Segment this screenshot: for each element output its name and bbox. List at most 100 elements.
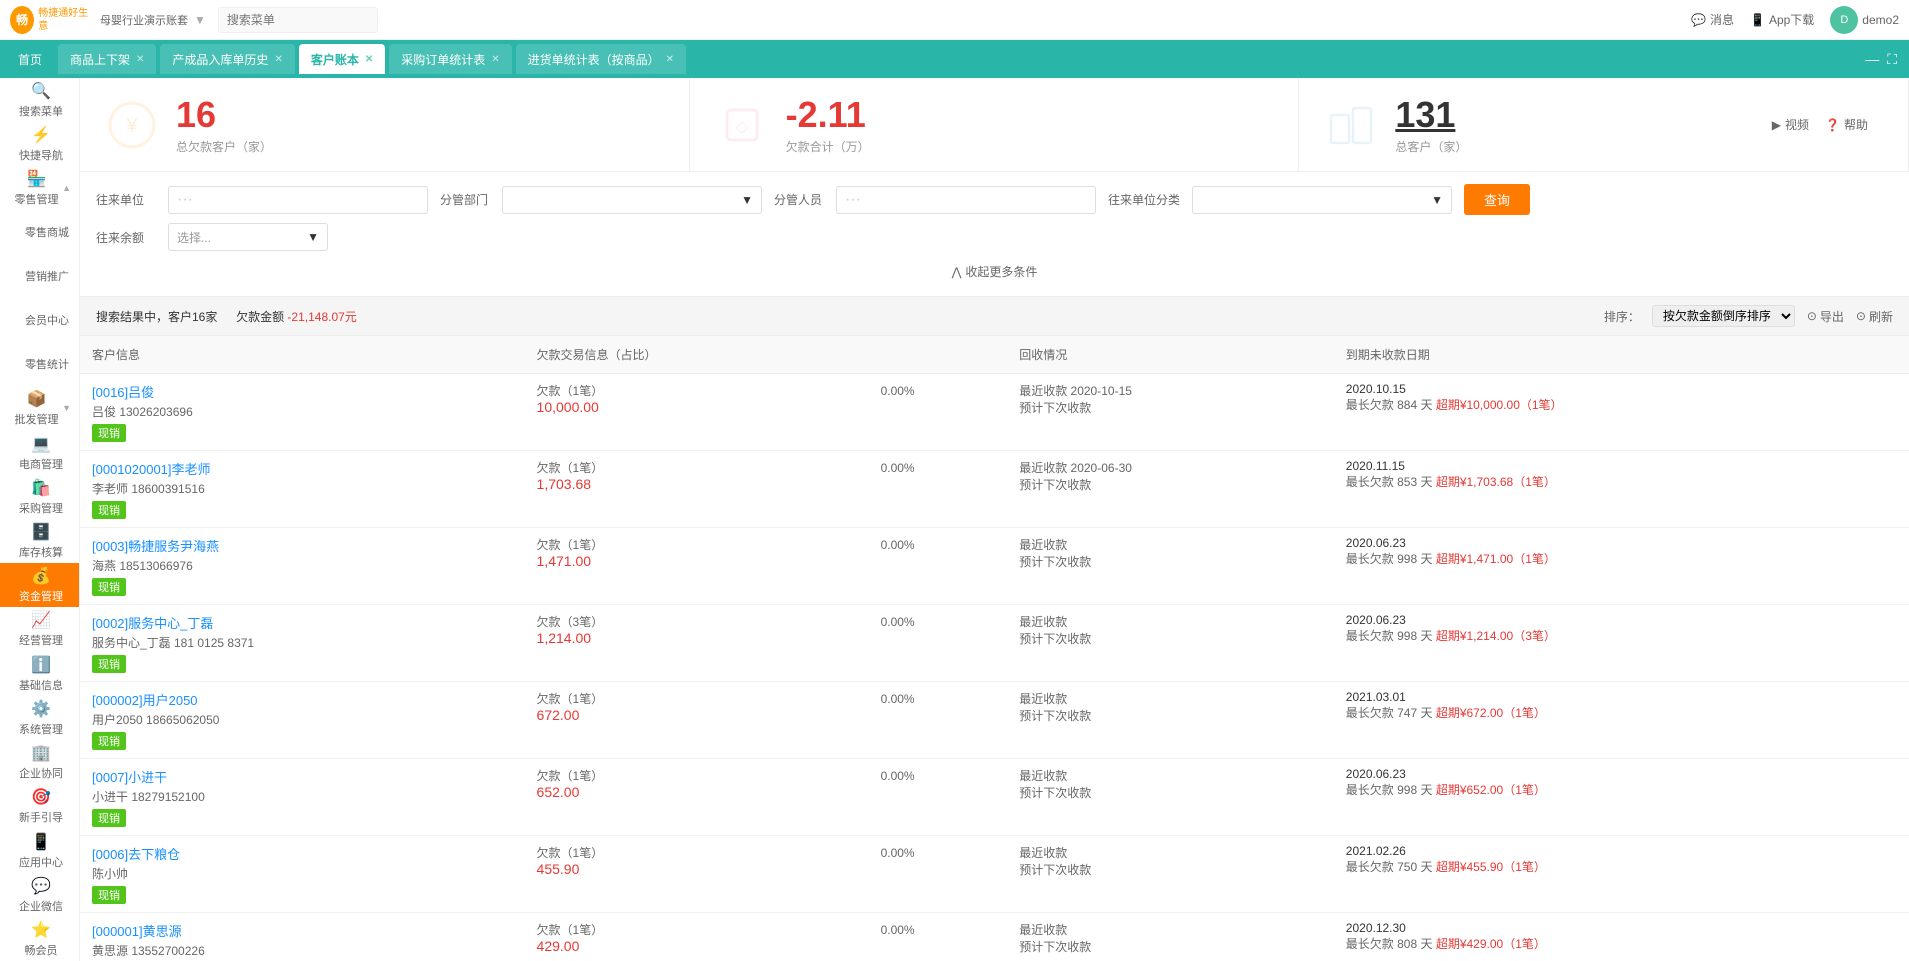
filter-select-dept[interactable]: ▼ (502, 186, 762, 214)
sidebar-item-enterprise-wx[interactable]: 💬 企业微信 (0, 873, 79, 917)
tab-minimize-icon[interactable]: — (1865, 51, 1879, 68)
sidebar-item-retail-mgmt[interactable]: 🏪 零售管理 ▲ (0, 166, 79, 210)
user-area[interactable]: D demo2 (1830, 6, 1899, 34)
debt-amount-7[interactable]: 429.00 (537, 938, 857, 954)
tab-produce-history[interactable]: 产成品入库单历史 ✕ (160, 44, 294, 74)
customer-name-link-4[interactable]: [000002]用户2050 (92, 693, 198, 708)
tab-purchase-stats[interactable]: 进货单统计表（按商品） ✕ (516, 44, 686, 74)
sidebar-item-inventory[interactable]: 🗄️ 库存核算 (0, 519, 79, 563)
debt-amount-0[interactable]: 10,000.00 (537, 399, 857, 415)
overdue-link-5[interactable]: 超期¥652.00（1笔） (1436, 783, 1546, 797)
debt-amount-6[interactable]: 455.90 (537, 861, 857, 877)
message-btn[interactable]: 💬 消息 (1691, 11, 1734, 28)
collapse-button[interactable]: ⋀ 收起更多条件 (952, 263, 1038, 280)
cell-recovery-3: 最近收款 预计下次收款 (1007, 605, 1334, 682)
sidebar-item-basic-info[interactable]: ℹ️ 基础信息 (0, 652, 79, 696)
filter-select-unit-type[interactable]: ▼ (1192, 186, 1452, 214)
cell-debt-4: 欠款（1笔） 672.00 (525, 682, 869, 759)
debt-amount-3[interactable]: 1,214.00 (537, 630, 857, 646)
due-date-3: 2020.06.23 (1346, 613, 1897, 627)
sidebar-item-purchase[interactable]: 🛍️ 采购管理 (0, 475, 79, 519)
cell-customer-5: [0007]小进干 小进干 18279152100 现销 (80, 759, 525, 836)
sidebar-item-finance[interactable]: 💰 资金管理 (0, 563, 79, 607)
filter-balance-placeholder: 选择... (177, 229, 211, 246)
overdue-link-1[interactable]: 超期¥1,703.68（1笔） (1436, 475, 1556, 489)
overdue-link-3[interactable]: 超期¥1,214.00（3笔） (1436, 629, 1556, 643)
sidebar-item-newbie[interactable]: 🎯 新手引导 (0, 784, 79, 828)
debt-amount-4[interactable]: 672.00 (537, 707, 857, 723)
ecommerce-icon: 💻 (31, 434, 51, 454)
logo-area: 畅 畅捷通好生意 (10, 6, 90, 34)
debt-amount-1[interactable]: 1,703.68 (537, 476, 857, 492)
export-icon: ⊙ (1807, 309, 1817, 323)
sidebar-item-app-center[interactable]: 📱 应用中心 (0, 828, 79, 872)
filter-input-manager[interactable]: ··· (836, 186, 1096, 214)
tab-maximize-icon[interactable]: ⛶ (1887, 51, 1897, 68)
search-input[interactable] (218, 7, 378, 33)
customer-name-link-1[interactable]: [0001020001]李老师 (92, 462, 211, 477)
refresh-btn[interactable]: ⊙ 刷新 (1856, 308, 1893, 325)
next-collect-4: 预计下次收款 (1019, 707, 1322, 724)
sidebar-item-business[interactable]: 📈 经营管理 (0, 607, 79, 651)
tab-customer-account-close[interactable]: ✕ (365, 54, 373, 65)
customer-name-link-5[interactable]: [0007]小进干 (92, 770, 167, 785)
sidebar-item-retail-stats[interactable]: 零售统计 (0, 342, 79, 386)
help-btn[interactable]: ❓ 帮助 (1825, 116, 1868, 133)
sort-select[interactable]: 按欠款金额倒序排序 (1652, 305, 1795, 327)
stat-label-3: 总客户（家） (1395, 138, 1467, 155)
customer-tag-5: 现销 (92, 809, 126, 827)
customer-name-link-6[interactable]: [0006]去下粮仓 (92, 847, 180, 862)
sidebar-item-retail-mall[interactable]: 零售商城 (0, 210, 79, 254)
suite-dropdown-icon[interactable]: ▼ (194, 13, 206, 27)
customer-name-link-7[interactable]: [000001]黄思源 (92, 924, 182, 939)
export-btn[interactable]: ⊙ 导出 (1807, 308, 1844, 325)
table-row: [0001020001]李老师 李老师 18600391516 现销 欠款（1笔… (80, 451, 1909, 528)
sidebar-item-search[interactable]: 🔍 搜索菜单 (0, 78, 79, 122)
newbie-icon: 🎯 (31, 787, 51, 807)
overdue-link-6[interactable]: 超期¥455.90（1笔） (1436, 860, 1546, 874)
svg-text:¥: ¥ (125, 115, 138, 137)
table-body: [0016]吕俊 吕俊 13026203696 现销 欠款（1笔） 10,000… (80, 374, 1909, 961)
debt-pct-0: 0.00% (881, 384, 996, 398)
tab-purchase-order[interactable]: 采购订单统计表 ✕ (389, 44, 511, 74)
sidebar-item-member-plus[interactable]: ⭐ 畅会员 (0, 917, 79, 961)
video-btn[interactable]: ▶ 视频 (1772, 116, 1809, 133)
tab-produce-history-close[interactable]: ✕ (274, 54, 282, 65)
filter-input-from-unit[interactable]: ··· (168, 186, 428, 214)
overdue-link-4[interactable]: 超期¥672.00（1笔） (1436, 706, 1546, 720)
tab-purchase-stats-close[interactable]: ✕ (666, 54, 674, 65)
tab-purchase-order-close[interactable]: ✕ (491, 54, 499, 65)
filter-select-balance[interactable]: 选择... ▼ (168, 223, 328, 251)
sidebar-purchase-label: 采购管理 (19, 500, 63, 516)
tab-product-offline-close[interactable]: ✕ (136, 54, 144, 65)
tab-customer-account[interactable]: 客户账本 ✕ (299, 44, 385, 74)
sidebar-item-enterprise[interactable]: 🏢 企业协同 (0, 740, 79, 784)
overdue-link-2[interactable]: 超期¥1,471.00（1笔） (1436, 552, 1556, 566)
sidebar-item-marketing[interactable]: 营销推广 (0, 254, 79, 298)
customer-name-link-3[interactable]: [0002]服务中心_丁磊 (92, 616, 213, 631)
result-text: 搜索结果中，客户16家 (96, 310, 217, 324)
sidebar-item-quick-nav[interactable]: ⚡ 快捷导航 (0, 122, 79, 166)
overdue-days-6: 最长欠款 750 天 超期¥455.90（1笔） (1346, 858, 1897, 875)
tab-home[interactable]: 首页 (6, 44, 54, 74)
cell-pct-4: 0.00% (869, 682, 1008, 759)
app-download-btn[interactable]: 📱 App下载 (1750, 11, 1814, 28)
debt-amount-5[interactable]: 652.00 (537, 784, 857, 800)
customer-name-link-2[interactable]: [0003]畅捷服务尹海燕 (92, 539, 219, 554)
search-button[interactable]: 查询 (1464, 184, 1530, 215)
tab-product-offline[interactable]: 商品上下架 ✕ (58, 44, 156, 74)
video-label: 视频 (1785, 116, 1809, 133)
cell-customer-4: [000002]用户2050 用户2050 18665062050 现销 (80, 682, 525, 759)
overdue-link-0[interactable]: 超期¥10,000.00（1笔） (1436, 398, 1563, 412)
sidebar-item-member[interactable]: 会员中心 (0, 298, 79, 342)
overdue-link-7[interactable]: 超期¥429.00（1笔） (1436, 937, 1546, 951)
debt-amount-2[interactable]: 1,471.00 (537, 553, 857, 569)
result-info: 搜索结果中，客户16家 欠款金额 -21,148.07元 (96, 308, 357, 325)
sidebar-item-system[interactable]: ⚙️ 系统管理 (0, 696, 79, 740)
overdue-days-2: 最长欠款 998 天 超期¥1,471.00（1笔） (1346, 550, 1897, 567)
sidebar-item-batch-mgmt[interactable]: 📦 批发管理 ▼ (0, 386, 79, 430)
tab-produce-history-label: 产成品入库单历史 (172, 51, 268, 68)
debt-count-4: 欠款（1笔） (537, 690, 857, 707)
customer-name-link-0[interactable]: [0016]吕俊 (92, 385, 154, 400)
sidebar-item-ecommerce[interactable]: 💻 电商管理 (0, 430, 79, 474)
